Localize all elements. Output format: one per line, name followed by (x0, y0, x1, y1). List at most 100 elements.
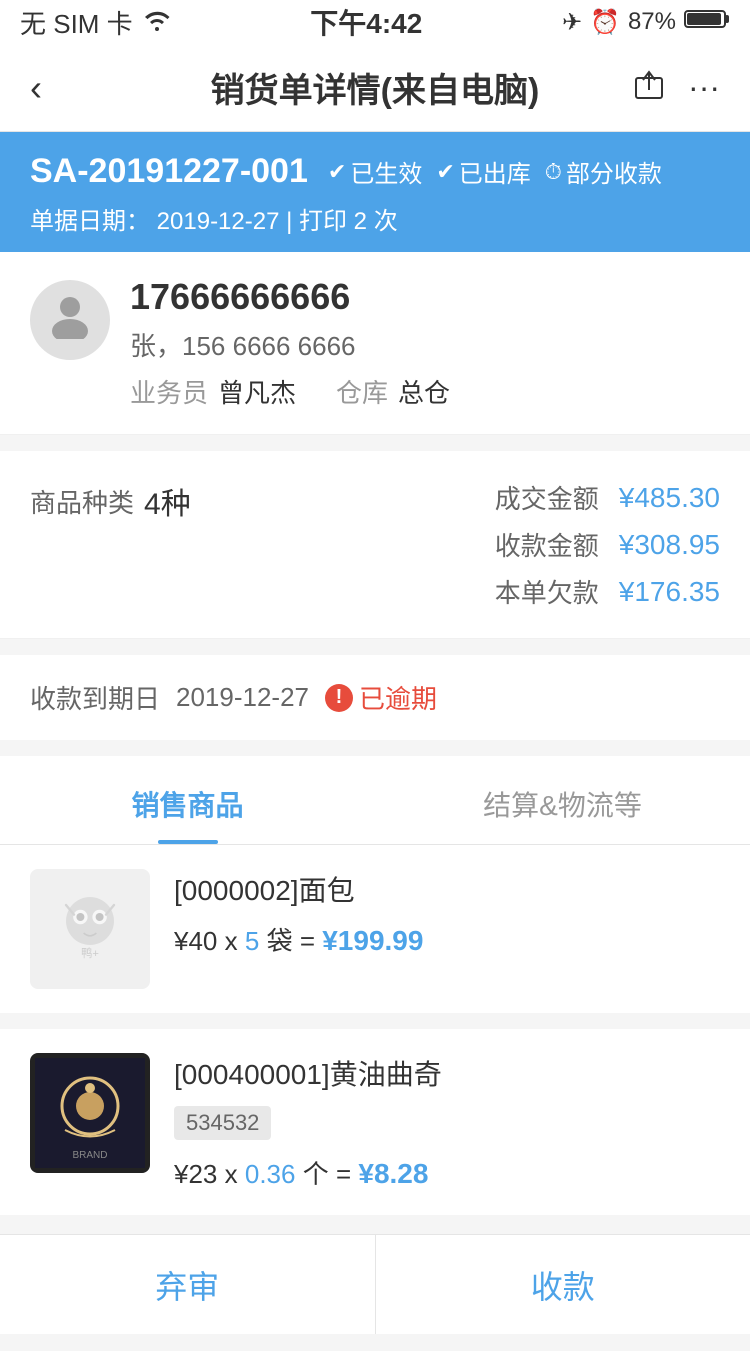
location-icon: ✈ (562, 8, 582, 37)
product-tag-2: 534532 (174, 1106, 271, 1140)
customer-meta: 业务员 曾凡杰 仓库 总仓 (130, 373, 720, 410)
status-label-2: 已出库 (459, 154, 531, 189)
due-section: 收款到期日 2019-12-27 ! 已逾期 (0, 655, 750, 740)
tab-label-0: 销售商品 (131, 790, 243, 821)
check-icon-1: ✔ (328, 159, 346, 185)
received-row: 收款金额 ¥308.95 (495, 526, 720, 563)
clock-icon: ⏱ (545, 159, 562, 185)
user-icon (45, 289, 95, 351)
product-name-1: [0000002]面包 (174, 869, 720, 909)
status-left: 无 SIM 卡 (20, 4, 171, 41)
debt-label: 本单欠款 (495, 573, 599, 610)
print-info: | 打印 2 次 (286, 208, 398, 235)
customer-info: 17666666666 张，156 6666 6666 业务员 曾凡杰 仓库 总… (130, 276, 720, 410)
sales-meta: 业务员 曾凡杰 (130, 373, 296, 410)
unit-2: 个 (303, 1159, 329, 1189)
list-item: BRAND [000400001]黄油曲奇 534532 ¥23 x 0.36 … (0, 1029, 750, 1215)
customer-section: 17666666666 张，156 6666 6666 业务员 曾凡杰 仓库 总… (0, 252, 750, 435)
customer-phone: 17666666666 (130, 276, 720, 318)
back-button[interactable]: ‹ (20, 57, 52, 119)
status-badge-effective: ✔ 已生效 (328, 154, 422, 189)
status-label-3: 部分收款 (566, 154, 662, 189)
battery-icon (684, 8, 730, 37)
check-icon-2: ✔ (436, 159, 454, 185)
status-time: 下午4:42 (310, 2, 422, 42)
total-1: ¥199.99 (322, 925, 423, 956)
overdue-icon: ! (325, 684, 353, 712)
status-badges: ✔ 已生效 ✔ 已出库 ⏱ 部分收款 (328, 154, 662, 189)
price-base-2: ¥23 (174, 1159, 217, 1189)
stats-left: 商品种类 4种 (30, 479, 191, 523)
quantity-1: 5 (245, 926, 259, 956)
customer-name: 张，156 6666 6666 (130, 326, 720, 363)
total-2: ¥8.28 (358, 1158, 428, 1189)
price-base-1: ¥40 (174, 926, 217, 956)
cancel-review-label: 弃审 (155, 1262, 219, 1308)
overdue-badge: ! 已逾期 (325, 679, 437, 716)
amount-value: ¥485.30 (619, 482, 720, 514)
product-details-2: [000400001]黄油曲奇 534532 ¥23 x 0.36 个 = ¥8… (174, 1053, 720, 1191)
svg-text:BRAND: BRAND (72, 1150, 107, 1161)
amount-label: 成交金额 (495, 479, 599, 516)
wifi-icon (143, 7, 171, 38)
battery-text: 87% (628, 8, 676, 36)
warehouse-meta: 仓库 总仓 (336, 373, 450, 410)
debt-row: 本单欠款 ¥176.35 (495, 573, 720, 610)
tab-label-1: 结算&物流等 (483, 790, 642, 821)
header-banner: SA-20191227-001 ✔ 已生效 ✔ 已出库 ⏱ 部分收款 单据日期：… (0, 132, 750, 252)
collect-payment-label: 收款 (531, 1262, 595, 1308)
equals-2: = (336, 1159, 358, 1189)
alarm-icon: ⏰ (590, 8, 620, 37)
product-price-1: ¥40 x 5 袋 = ¥199.99 (174, 921, 720, 958)
share-icon[interactable] (634, 68, 664, 108)
product-details-1: [0000002]面包 ¥40 x 5 袋 = ¥199.99 (174, 869, 720, 958)
list-item: 鸭+ [0000002]面包 ¥40 x 5 袋 = ¥199.99 (0, 845, 750, 1013)
cancel-review-button[interactable]: 弃审 (0, 1235, 376, 1334)
collect-payment-button[interactable]: 收款 (376, 1235, 750, 1334)
warehouse-value: 总仓 (398, 373, 450, 410)
status-badge-partial: ⏱ 部分收款 (545, 154, 662, 189)
sales-value: 曾凡杰 (218, 373, 296, 410)
received-label: 收款金额 (495, 526, 599, 563)
amount-row: 成交金额 ¥485.30 (495, 479, 720, 516)
status-right: ✈ ⏰ 87% (562, 8, 730, 37)
order-number: SA-20191227-001 (30, 152, 308, 191)
unit-1: 袋 (267, 926, 293, 956)
received-value: ¥308.95 (619, 529, 720, 561)
status-bar: 无 SIM 卡 下午4:42 ✈ ⏰ 87% (0, 0, 750, 44)
stats-right: 成交金额 ¥485.30 收款金额 ¥308.95 本单欠款 ¥176.35 (495, 479, 720, 610)
due-label: 收款到期日 (30, 679, 160, 716)
page-title: 销货单详情(来自电脑) (211, 63, 540, 112)
carrier-text: 无 SIM 卡 (20, 4, 133, 41)
price-x-2: x (225, 1159, 245, 1189)
tabs-row: 销售商品 结算&物流等 (0, 756, 750, 844)
avatar (30, 280, 110, 360)
tab-sales-products[interactable]: 销售商品 (0, 756, 375, 844)
warehouse-label: 仓库 (336, 373, 388, 410)
svg-text:鸭+: 鸭+ (81, 947, 99, 960)
bottom-bar: 弃审 收款 (0, 1234, 750, 1334)
status-badge-shipped: ✔ 已出库 (436, 154, 530, 189)
equals-1: = (300, 926, 322, 956)
overdue-text: 已逾期 (359, 679, 437, 716)
product-thumbnail-2: BRAND (30, 1053, 150, 1173)
debt-value: ¥176.35 (619, 576, 720, 608)
product-thumbnail-1: 鸭+ (30, 869, 150, 989)
product-list: 鸭+ [0000002]面包 ¥40 x 5 袋 = ¥199.99 (0, 845, 750, 1215)
stats-section: 商品种类 4种 成交金额 ¥485.30 收款金额 ¥308.95 本单欠款 ¥… (0, 451, 750, 639)
category-label: 商品种类 (30, 483, 134, 520)
date-value: 2019-12-27 (157, 208, 280, 235)
quantity-2: 0.36 (245, 1159, 296, 1189)
nav-actions: ··· (634, 68, 720, 108)
tab-settlement[interactable]: 结算&物流等 (375, 756, 750, 844)
date-label: 单据日期： (30, 208, 150, 235)
nav-bar: ‹ 销货单详情(来自电脑) ··· (0, 44, 750, 132)
price-x-1: x (225, 926, 245, 956)
due-date: 2019-12-27 (176, 682, 309, 713)
product-name-2: [000400001]黄油曲奇 (174, 1053, 720, 1093)
status-label-1: 已生效 (350, 154, 422, 189)
banner-row1: SA-20191227-001 ✔ 已生效 ✔ 已出库 ⏱ 部分收款 (30, 152, 720, 191)
sales-label: 业务员 (130, 373, 208, 410)
tabs-section: 销售商品 结算&物流等 (0, 756, 750, 845)
more-icon[interactable]: ··· (688, 69, 720, 106)
